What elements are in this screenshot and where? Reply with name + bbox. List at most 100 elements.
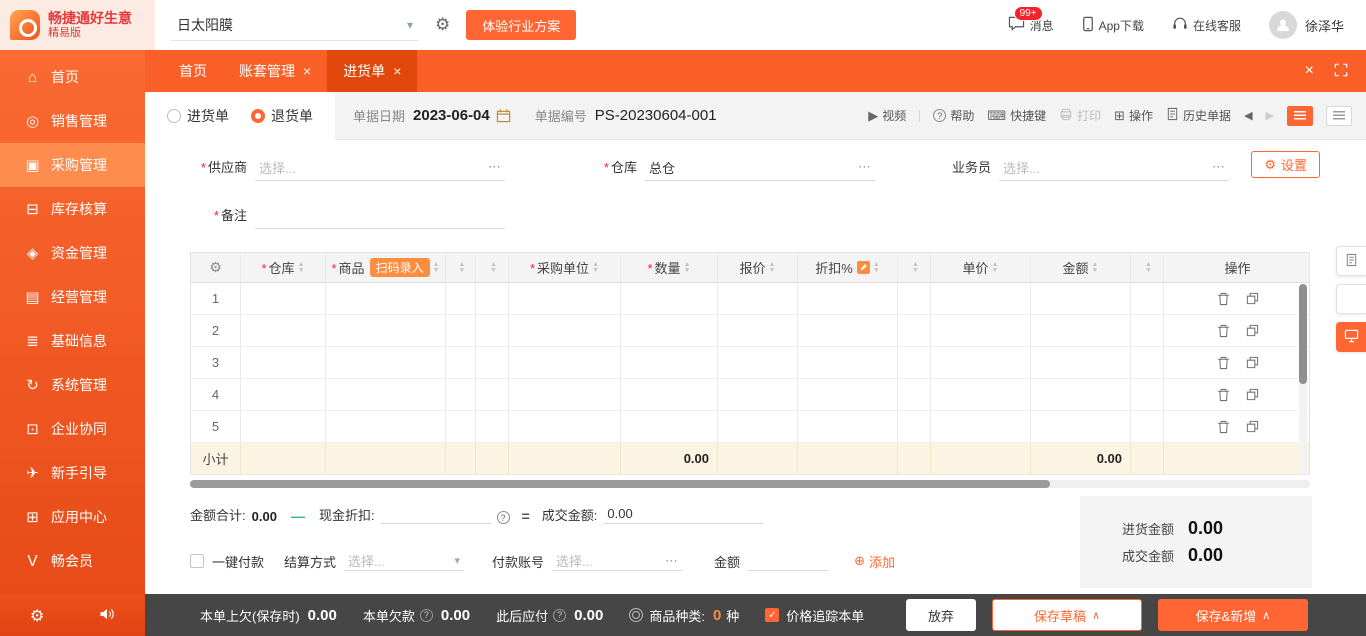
table-cell[interactable]: [509, 315, 621, 346]
table-cell[interactable]: [1131, 379, 1164, 410]
sidebar-item-baseinfo[interactable]: ≣ 基础信息: [0, 319, 145, 363]
scan-entry-button[interactable]: 扫码录入: [369, 258, 430, 277]
table-cell[interactable]: [931, 283, 1031, 314]
prev-arrow-icon[interactable]: ◀: [1244, 109, 1252, 122]
col-extra[interactable]: [898, 253, 931, 282]
table-cell[interactable]: [509, 379, 621, 410]
table-cell[interactable]: [798, 283, 898, 314]
table-cell[interactable]: [326, 379, 446, 410]
copy-row-icon[interactable]: [1246, 388, 1259, 401]
cash-discount-input[interactable]: [380, 504, 491, 524]
col-discount[interactable]: 折扣%: [798, 253, 898, 282]
user-menu[interactable]: 徐泽华: [1268, 11, 1344, 39]
copy-row-icon[interactable]: [1246, 292, 1259, 305]
table-cell[interactable]: [476, 283, 509, 314]
table-cell[interactable]: [446, 347, 476, 378]
col-qty[interactable]: 数量: [621, 253, 718, 282]
table-cell[interactable]: [931, 411, 1031, 442]
vertical-scrollbar[interactable]: [1299, 284, 1307, 474]
supplier-input[interactable]: 选择... ⋯: [255, 154, 505, 181]
table-cell[interactable]: [446, 411, 476, 442]
table-cell[interactable]: [931, 379, 1031, 410]
settings-gear-icon[interactable]: ⚙: [30, 606, 44, 626]
link-button[interactable]: [1336, 284, 1366, 314]
table-cell[interactable]: [476, 379, 509, 410]
sort-icon[interactable]: [592, 262, 599, 274]
abandon-button[interactable]: 放弃: [906, 599, 976, 631]
trial-plan-button[interactable]: 体验行业方案: [466, 10, 577, 40]
table-cell[interactable]: [621, 379, 718, 410]
table-cell[interactable]: [931, 315, 1031, 346]
sidebar-item-system[interactable]: ↻ 系统管理: [0, 363, 145, 407]
sort-icon[interactable]: [873, 262, 880, 274]
col-extra[interactable]: [476, 253, 509, 282]
sidebar-item-collab[interactable]: ⊡ 企业协同: [0, 407, 145, 451]
col-extra[interactable]: [446, 253, 476, 282]
print-button[interactable]: 打印: [1059, 107, 1101, 124]
table-cell[interactable]: [1131, 315, 1164, 346]
pay-amount-input[interactable]: [748, 551, 829, 571]
table-cell[interactable]: [241, 347, 326, 378]
table-cell[interactable]: [898, 283, 931, 314]
online-service-button[interactable]: 在线客服: [1172, 16, 1241, 34]
table-cell[interactable]: [476, 347, 509, 378]
table-cell[interactable]: [898, 379, 931, 410]
table-cell[interactable]: [798, 379, 898, 410]
table-cell[interactable]: [241, 379, 326, 410]
delete-row-icon[interactable]: [1217, 324, 1230, 338]
table-cell[interactable]: [476, 411, 509, 442]
more-icon[interactable]: ⋯: [488, 159, 501, 175]
announcement-icon[interactable]: [99, 607, 115, 624]
doc-date-value[interactable]: 2023-06-04: [413, 107, 490, 124]
table-cell[interactable]: [1031, 347, 1131, 378]
table-cell[interactable]: [326, 315, 446, 346]
sidebar-item-purchase[interactable]: ▣ 采购管理: [0, 143, 145, 187]
one-click-pay-checkbox[interactable]: [190, 554, 204, 568]
delete-row-icon[interactable]: [1217, 388, 1230, 402]
table-cell[interactable]: [621, 283, 718, 314]
sidebar-item-appcenter[interactable]: ⊞ 应用中心: [0, 495, 145, 539]
radio-purchase-order[interactable]: 进货单: [167, 106, 229, 126]
column-settings-icon[interactable]: ⚙: [209, 259, 222, 276]
table-cell[interactable]: [446, 315, 476, 346]
sidebar-item-sales[interactable]: ◎ 销售管理: [0, 99, 145, 143]
col-price[interactable]: 单价: [931, 253, 1031, 282]
app-download-button[interactable]: App下载: [1082, 16, 1144, 35]
copy-row-icon[interactable]: [1246, 420, 1259, 433]
col-quote[interactable]: 报价: [718, 253, 798, 282]
detail-view-toggle[interactable]: [1326, 105, 1352, 126]
table-cell[interactable]: [446, 283, 476, 314]
table-cell[interactable]: [798, 411, 898, 442]
help-button[interactable]: 帮助: [933, 107, 974, 124]
sort-icon[interactable]: [1145, 262, 1152, 274]
table-cell[interactable]: [798, 315, 898, 346]
tab-purchase-order[interactable]: 进货单 ×: [327, 50, 418, 92]
table-cell[interactable]: [1131, 411, 1164, 442]
copy-row-icon[interactable]: [1246, 324, 1259, 337]
sidebar-item-member[interactable]: Ⅴ 畅会员: [0, 539, 145, 583]
col-extra[interactable]: [1131, 253, 1164, 282]
table-cell[interactable]: [476, 315, 509, 346]
close-tab-icon[interactable]: ×: [393, 63, 401, 79]
tab-account-books[interactable]: 账套管理 ×: [223, 50, 327, 92]
discount-edit-icon[interactable]: [856, 261, 870, 274]
save-draft-button[interactable]: 保存草稿 ∧: [992, 599, 1142, 631]
sort-icon[interactable]: [490, 262, 497, 274]
delete-row-icon[interactable]: [1217, 292, 1230, 306]
remark-input[interactable]: [255, 202, 505, 229]
gear-icon[interactable]: ⚙: [435, 15, 450, 35]
list-view-toggle[interactable]: [1287, 105, 1313, 126]
table-cell[interactable]: [718, 283, 798, 314]
sidebar-item-inventory[interactable]: ⊟ 库存核算: [0, 187, 145, 231]
video-button[interactable]: ▶ 视频: [868, 107, 906, 124]
table-cell[interactable]: [718, 347, 798, 378]
help-icon[interactable]: [419, 608, 433, 622]
account-select[interactable]: 日太阳膜 ▾: [171, 9, 419, 41]
col-warehouse[interactable]: 仓库: [241, 253, 326, 282]
table-cell[interactable]: [898, 315, 931, 346]
table-cell[interactable]: [1031, 379, 1131, 410]
table-cell[interactable]: [621, 347, 718, 378]
more-icon[interactable]: ⋯: [858, 159, 871, 175]
table-cell[interactable]: [621, 315, 718, 346]
add-payment-button[interactable]: ⊕ 添加: [854, 552, 895, 571]
